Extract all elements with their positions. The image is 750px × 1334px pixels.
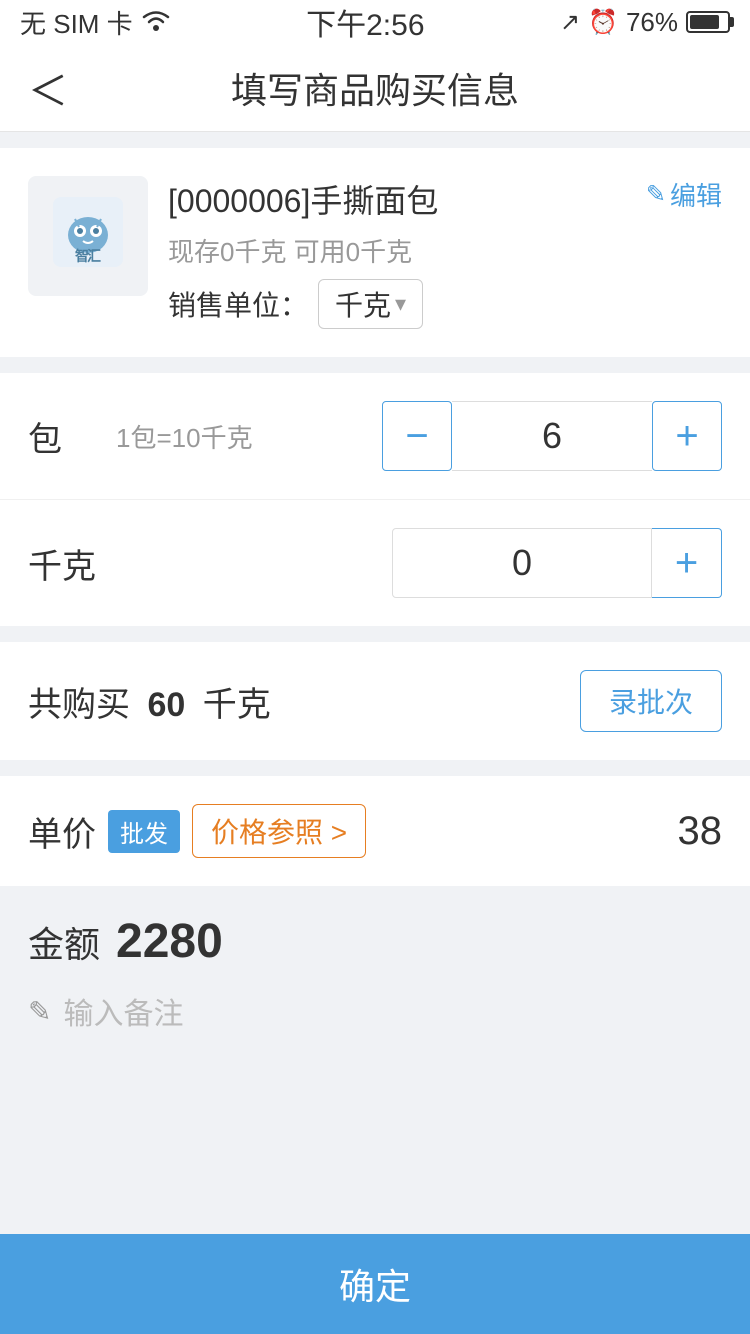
edit-button[interactable]: ✎ 编辑: [646, 176, 722, 213]
wifi-icon: [141, 7, 171, 38]
bag-plus-button[interactable]: +: [652, 401, 722, 471]
unit-dropdown[interactable]: 千克 ▾: [318, 279, 423, 329]
product-thumbnail: 智汇: [28, 176, 148, 296]
amount-section: 金额 2280 ✎ 输入备注: [0, 886, 750, 1049]
summary-row: 共购买 60 千克 录批次: [0, 642, 750, 760]
bag-qty-control: − +: [382, 401, 722, 471]
confirm-button[interactable]: 确定: [0, 1234, 750, 1334]
back-button[interactable]: ＜: [28, 59, 68, 117]
price-section: 单价 批发 价格参照 > 38: [0, 776, 750, 886]
status-left: 无 SIM 卡: [20, 4, 171, 41]
status-right: ↗ ⏰ 76%: [560, 7, 730, 38]
price-left: 单价 批发 价格参照 >: [28, 804, 366, 858]
kg-qty-input[interactable]: [392, 528, 652, 598]
location-icon: ↗: [560, 8, 580, 37]
status-time: 下午2:56: [306, 0, 424, 44]
kg-plus-button[interactable]: +: [652, 528, 722, 598]
bag-label: 包: [28, 412, 108, 461]
amount-row: 金额 2280: [28, 914, 722, 969]
summary-text2: 千克: [203, 686, 271, 724]
carrier-text: 无 SIM 卡: [20, 4, 133, 41]
amount-value: 2280: [116, 914, 223, 969]
edit-label: 编辑: [670, 176, 722, 213]
alarm-icon: ⏰: [588, 8, 618, 37]
amount-label: 金额: [28, 916, 100, 968]
remark-placeholder: 输入备注: [63, 989, 183, 1033]
bag-hint: 1包=10千克: [116, 418, 382, 455]
kg-qty-control: +: [392, 528, 722, 598]
page-title: 填写商品购买信息: [231, 62, 519, 114]
summary-text1: 共购买: [28, 686, 130, 724]
product-info: [0000006]手撕面包 现存0千克 可用0千克 销售单位： 千克 ▾: [168, 176, 722, 329]
remark-row[interactable]: ✎ 输入备注: [28, 989, 722, 1033]
pencil-icon: ✎: [28, 995, 51, 1028]
battery-text: 76%: [626, 7, 678, 38]
unit-label: 销售单位：: [168, 284, 308, 324]
price-ref-button[interactable]: 价格参照 >: [192, 804, 366, 858]
product-logo: 智汇: [53, 197, 123, 276]
price-value: 38: [678, 809, 723, 854]
price-row: 单价 批发 价格参照 > 38: [28, 804, 722, 858]
product-unit-row: 销售单位： 千克 ▾: [168, 279, 722, 329]
price-tag: 批发: [108, 810, 180, 853]
nav-bar: ＜ 填写商品购买信息: [0, 44, 750, 132]
bag-minus-button[interactable]: −: [382, 401, 452, 471]
chevron-down-icon: ▾: [395, 291, 406, 317]
battery-icon: [686, 11, 730, 33]
unit-value: 千克: [335, 284, 391, 324]
kg-row: 千克 +: [0, 500, 750, 626]
summary-text: 共购买 60 千克: [28, 677, 271, 726]
kg-label: 千克: [28, 539, 108, 588]
bag-qty-input[interactable]: [452, 401, 652, 471]
svg-text:智汇: 智汇: [74, 248, 101, 264]
edit-icon: ✎: [646, 180, 666, 209]
product-stock: 现存0千克 可用0千克: [168, 232, 722, 269]
price-label: 单价: [28, 807, 96, 856]
product-card: 智汇 [0000006]手撕面包 现存0千克 可用0千克 销售单位： 千克 ▾ …: [0, 148, 750, 357]
status-bar: 无 SIM 卡 下午2:56 ↗ ⏰ 76%: [0, 0, 750, 44]
price-ref-label: 价格参照 >: [211, 811, 347, 851]
product-name: [0000006]手撕面包: [168, 176, 722, 222]
bag-row: 包 1包=10千克 − +: [0, 373, 750, 500]
quantity-section: 包 1包=10千克 − + 千克 +: [0, 373, 750, 626]
summary-amount: 60: [147, 686, 185, 724]
batch-button[interactable]: 录批次: [580, 670, 722, 732]
